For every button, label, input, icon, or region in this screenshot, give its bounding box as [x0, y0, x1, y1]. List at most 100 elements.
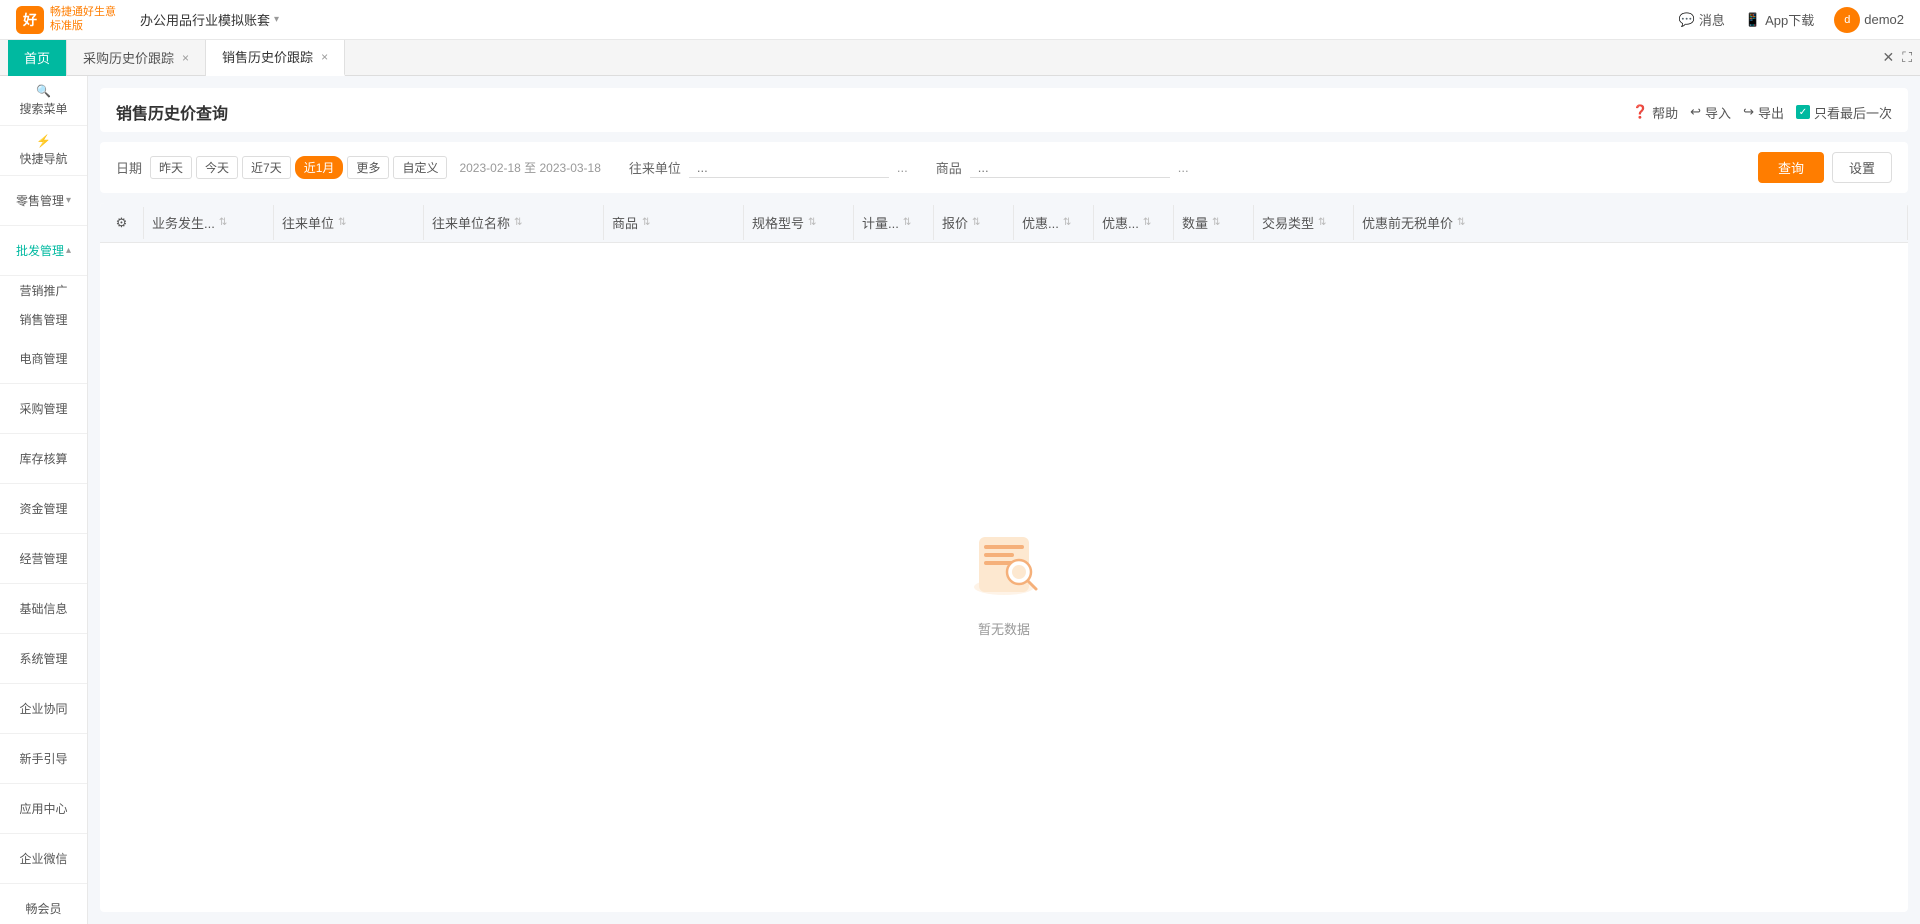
sidebar-item-system[interactable]: 系统管理 [0, 634, 87, 684]
th-date[interactable]: 业务发生... ⇅ [144, 205, 274, 240]
sidebar-item-member[interactable]: 畅会员 [0, 884, 87, 924]
sidebar-item-wholesale[interactable]: 批发管理 ▴ [0, 226, 87, 276]
sidebar: 🔍 搜索菜单 ⚡ 快捷导航 零售管理 ▾ 批发管理 ▴ 营销推广 销售管理 电商… [0, 76, 88, 924]
sidebar-item-ecommerce[interactable]: 电商管理 [0, 334, 87, 384]
date-btn-more[interactable]: 更多 [347, 156, 389, 179]
close-icon[interactable]: × [182, 51, 189, 65]
sidebar-item-inventory[interactable]: 库存核算 [0, 434, 87, 484]
sort-icon: ⇅ [1212, 217, 1220, 228]
gear-icon: ⚙ [116, 215, 128, 231]
th-qty[interactable]: 数量 ⇅ [1174, 205, 1254, 240]
th-gear[interactable]: ⚙ [100, 207, 144, 239]
th-discount2[interactable]: 优惠... ⇅ [1094, 205, 1174, 240]
query-button[interactable]: 查询 [1758, 152, 1824, 183]
table-header: ⚙ 业务发生... ⇅ 往来单位 ⇅ 往来单位名称 ⇅ [100, 203, 1908, 243]
checkbox-icon: ✓ [1796, 105, 1810, 119]
date-btn-custom[interactable]: 自定义 [393, 156, 447, 179]
goods-label: 商品 [936, 158, 962, 177]
import-button[interactable]: ↩ 导入 [1690, 103, 1731, 122]
sidebar-item-retail[interactable]: 零售管理 ▾ [0, 176, 87, 226]
help-icon: ❓ [1632, 104, 1648, 120]
export-icon: ↪ [1743, 104, 1754, 120]
sidebar-item-marketing[interactable]: 营销推广 [0, 276, 87, 305]
page-title: 销售历史价查询 [116, 100, 228, 124]
sidebar-item-basic-info[interactable]: 基础信息 [0, 584, 87, 634]
sort-icon: ⇅ [219, 217, 227, 228]
goods-input[interactable] [970, 158, 1170, 178]
th-spec[interactable]: 规格型号 ⇅ [744, 205, 854, 240]
tab-home[interactable]: 首页 [8, 40, 67, 76]
logo-area: 好 畅捷通好生意 标准版 [16, 6, 116, 34]
sort-icon: ⇅ [808, 217, 816, 228]
user-profile[interactable]: d demo2 [1834, 7, 1904, 33]
header-selector[interactable]: 办公用品行业模拟账套 ▾ [140, 10, 279, 29]
sidebar-item-purchase[interactable]: 采购管理 [0, 384, 87, 434]
date-btn-1month[interactable]: 近1月 [295, 156, 344, 179]
app-download-button[interactable]: 📱 App下载 [1745, 10, 1814, 29]
date-btn-yesterday[interactable]: 昨天 [150, 156, 192, 179]
sort-icon: ⇅ [972, 217, 980, 228]
sidebar-item-newbie[interactable]: 新手引导 [0, 734, 87, 784]
search-icon: 🔍 [36, 84, 51, 98]
th-pretax[interactable]: 优惠前无税单价 ⇅ [1354, 205, 1908, 240]
sidebar-item-enterprise-wechat[interactable]: 企业微信 [0, 834, 87, 884]
sidebar-item-sales-mgmt[interactable]: 销售管理 [0, 305, 87, 334]
empty-text: 暂无数据 [978, 619, 1030, 638]
main-layout: 🔍 搜索菜单 ⚡ 快捷导航 零售管理 ▾ 批发管理 ▴ 营销推广 销售管理 电商… [0, 76, 1920, 924]
filter-bar: 日期 昨天 今天 近7天 近1月 更多 自定义 2023-02-18 至 202… [100, 142, 1908, 193]
sort-icon: ⇅ [1318, 217, 1326, 228]
page-actions: ❓ 帮助 ↩ 导入 ↪ 导出 ✓ 只看最后一次 [1632, 103, 1892, 122]
chevron-up-icon: ▴ [66, 245, 71, 256]
close-icon[interactable]: × [321, 50, 328, 64]
sidebar-item-search[interactable]: 🔍 搜索菜单 [0, 76, 87, 126]
unit-input-dots[interactable]: ... [897, 160, 908, 175]
sidebar-item-finance[interactable]: 资金管理 [0, 484, 87, 534]
th-discount1[interactable]: 优惠... ⇅ [1014, 205, 1094, 240]
tab-bar-controls: ✕ ⛶ [1882, 49, 1912, 66]
avatar: d [1834, 7, 1860, 33]
date-btn-7days[interactable]: 近7天 [242, 156, 291, 179]
page-header: 销售历史价查询 ❓ 帮助 ↩ 导入 ↪ 导出 ✓ [100, 88, 1908, 132]
maximize-button[interactable]: ⛶ [1902, 49, 1912, 66]
export-button[interactable]: ↪ 导出 [1743, 103, 1784, 122]
message-button[interactable]: 💬 消息 [1679, 10, 1725, 29]
close-tab-button[interactable]: ✕ [1882, 49, 1894, 66]
th-quote[interactable]: 报价 ⇅ [934, 205, 1014, 240]
th-unit-code[interactable]: 往来单位 ⇅ [274, 205, 424, 240]
sort-icon: ⇅ [1063, 217, 1071, 228]
last-only-checkbox[interactable]: ✓ 只看最后一次 [1796, 103, 1892, 122]
goods-input-dots[interactable]: ... [1178, 160, 1189, 175]
header-left: 好 畅捷通好生意 标准版 办公用品行业模拟账套 ▾ [16, 6, 279, 34]
sidebar-item-quick-nav[interactable]: ⚡ 快捷导航 [0, 126, 87, 176]
filter-row: 日期 昨天 今天 近7天 近1月 更多 自定义 2023-02-18 至 202… [116, 152, 1892, 183]
empty-state: 暂无数据 [100, 243, 1908, 912]
sidebar-item-app-center[interactable]: 应用中心 [0, 784, 87, 834]
date-btn-today[interactable]: 今天 [196, 156, 238, 179]
tab-purchase-history[interactable]: 采购历史价跟踪 × [67, 40, 206, 76]
help-button[interactable]: ❓ 帮助 [1632, 103, 1678, 122]
sort-icon: ⇅ [642, 217, 650, 228]
logo-icon: 好 [16, 6, 44, 34]
top-header: 好 畅捷通好生意 标准版 办公用品行业模拟账套 ▾ 💬 消息 📱 App下载 d… [0, 0, 1920, 40]
setting-button[interactable]: 设置 [1832, 152, 1892, 183]
th-calc[interactable]: 计量... ⇅ [854, 205, 934, 240]
import-icon: ↩ [1690, 104, 1701, 120]
sort-icon: ⇅ [1143, 217, 1151, 228]
unit-input[interactable] [689, 158, 889, 178]
sort-icon: ⇅ [514, 217, 522, 228]
download-icon: 📱 [1745, 12, 1761, 28]
logo-text: 畅捷通好生意 标准版 [50, 6, 116, 32]
th-unit-name[interactable]: 往来单位名称 ⇅ [424, 205, 604, 240]
sidebar-item-operations[interactable]: 经营管理 [0, 534, 87, 584]
tab-sales-history[interactable]: 销售历史价跟踪 × [206, 40, 345, 76]
th-trade[interactable]: 交易类型 ⇅ [1254, 205, 1354, 240]
sidebar-item-collaboration[interactable]: 企业协同 [0, 684, 87, 734]
sort-icon: ⇅ [338, 217, 346, 228]
filter-actions: 查询 设置 [1758, 152, 1892, 183]
empty-icon [954, 517, 1054, 607]
tab-bar: 首页 采购历史价跟踪 × 销售历史价跟踪 × ✕ ⛶ [0, 40, 1920, 76]
message-icon: 💬 [1679, 12, 1695, 28]
th-goods[interactable]: 商品 ⇅ [604, 205, 744, 240]
sort-icon: ⇅ [1457, 217, 1465, 228]
page-container: 销售历史价查询 ❓ 帮助 ↩ 导入 ↪ 导出 ✓ [88, 76, 1920, 924]
